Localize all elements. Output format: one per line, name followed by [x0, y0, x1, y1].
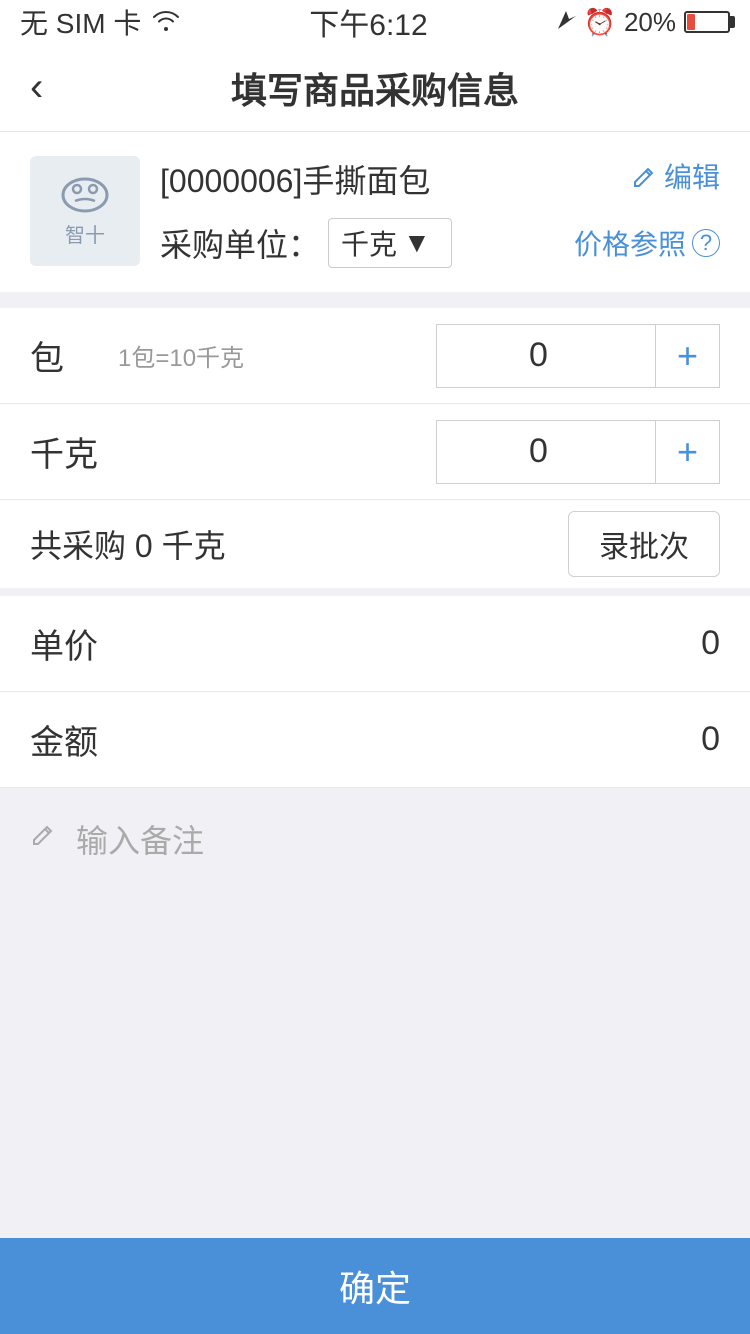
product-unit-row: 采购单位： 千克 ▼ 价格参照 ? [160, 218, 720, 268]
amount-label: 金额 [30, 715, 98, 764]
bao-sub-label: 1包=10千克 [118, 338, 436, 373]
status-bar: 无 SIM 卡 下午6:12 ⏰ 20% [0, 0, 750, 44]
bao-label: 包 [30, 331, 110, 380]
summary-row: 共采购 0 千克 录批次 [0, 500, 750, 596]
location-icon [556, 7, 576, 38]
kg-input-row: 千克 + [0, 404, 750, 500]
bao-plus-button[interactable]: + [656, 324, 720, 388]
kg-input-wrap: + [436, 420, 720, 484]
unit-value: 千克 [341, 223, 397, 263]
unit-price-label: 单价 [30, 619, 98, 668]
dropdown-arrow: ▼ [403, 227, 431, 259]
product-name: [0000006]手撕面包 [160, 156, 430, 202]
price-reference-button[interactable]: 价格参照 ? [574, 223, 720, 263]
bao-input-wrap: + [436, 324, 720, 388]
status-right: ⏰ 20% [556, 7, 730, 38]
alarm-icon: ⏰ [584, 7, 616, 38]
kg-number-input[interactable] [436, 420, 656, 484]
edit-button[interactable]: 编辑 [632, 156, 720, 196]
product-card: 智十 [0000006]手撕面包 编辑 采购单位： 千克 ▼ 价格参照 [0, 132, 750, 300]
section-divider-1 [0, 300, 750, 308]
wifi-icon [151, 6, 181, 38]
back-button[interactable]: ‹ [30, 55, 53, 120]
battery-icon [684, 11, 730, 33]
product-thumbnail: 智十 [30, 156, 140, 266]
product-info: [0000006]手撕面包 编辑 采购单位： 千克 ▼ 价格参照 ? [160, 156, 720, 268]
amount-row: 金额 0 [0, 692, 750, 788]
unit-price-row: 单价 0 [0, 596, 750, 692]
page-title: 填写商品采购信息 [231, 62, 519, 114]
remark-section[interactable]: 输入备注 [0, 788, 750, 1088]
unit-price-value: 0 [701, 624, 720, 663]
time-display: 下午6:12 [309, 0, 427, 44]
amount-value: 0 [701, 720, 720, 759]
nav-bar: ‹ 填写商品采购信息 [0, 44, 750, 132]
summary-text: 共采购 0 千克 [30, 521, 226, 567]
edit-label: 编辑 [664, 156, 720, 196]
kg-plus-button[interactable]: + [656, 420, 720, 484]
status-left: 无 SIM 卡 [20, 2, 181, 42]
pencil-icon [30, 818, 60, 856]
price-section: 单价 0 金额 0 [0, 596, 750, 788]
info-icon: ? [692, 229, 720, 257]
price-ref-label: 价格参照 [574, 223, 686, 263]
record-batch-button[interactable]: 录批次 [568, 511, 720, 577]
unit-prefix-label: 采购单位： [160, 220, 320, 266]
battery-percent: 20% [624, 7, 676, 38]
confirm-button[interactable]: 确定 [0, 1238, 750, 1334]
bao-number-input[interactable] [436, 324, 656, 388]
kg-label: 千克 [30, 427, 110, 476]
input-section: 包 1包=10千克 + 千克 + [0, 308, 750, 500]
remark-placeholder: 输入备注 [76, 816, 204, 862]
bottom-spacer [0, 1088, 750, 1184]
product-header: [0000006]手撕面包 编辑 [160, 156, 720, 202]
unit-select-dropdown[interactable]: 千克 ▼ [328, 218, 452, 268]
bao-input-row: 包 1包=10千克 + [0, 308, 750, 404]
no-sim-text: 无 SIM 卡 [20, 2, 141, 42]
